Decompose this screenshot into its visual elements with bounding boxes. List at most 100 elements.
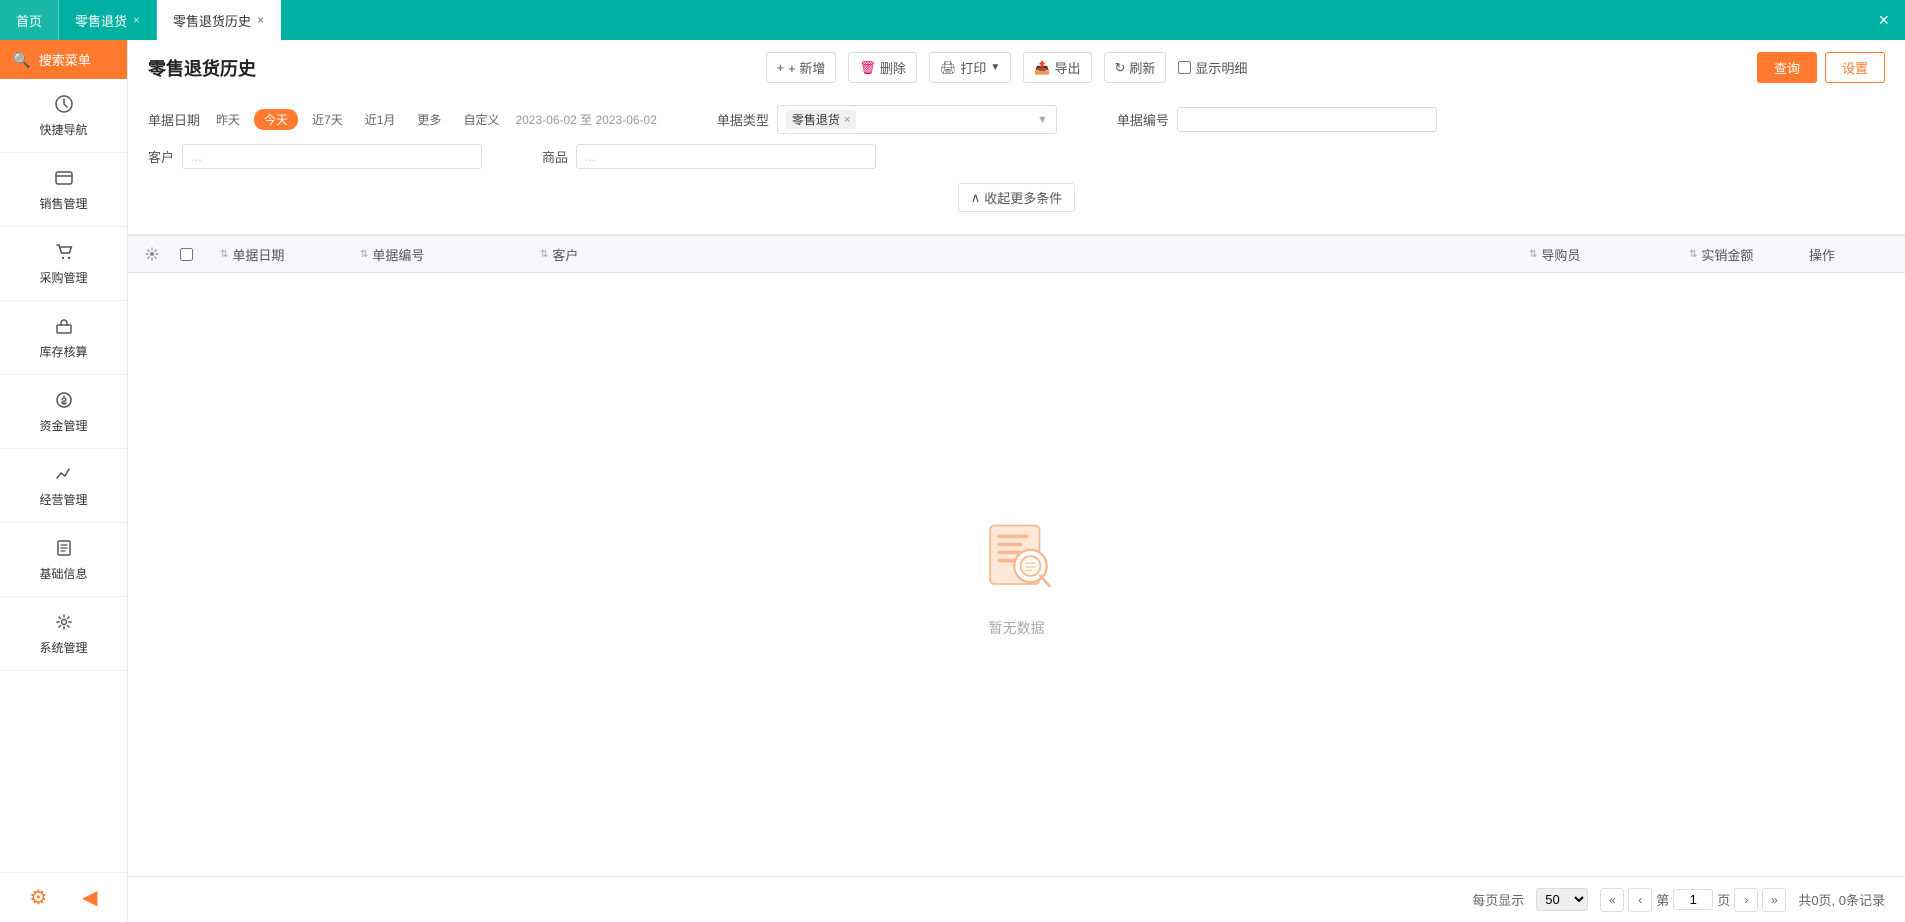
tab-retail-return-history[interactable]: 零售退货历史 × <box>157 0 281 40</box>
sidebar-item-sales[interactable]: 销售管理 <box>0 153 127 227</box>
tab-retail-return-history-label: 零售退货历史 <box>173 11 251 30</box>
sidebar-item-finance[interactable]: 资金管理 <box>0 375 127 449</box>
add-button[interactable]: + + 新增 <box>766 52 837 83</box>
collapse-up-icon: ∧ <box>971 190 981 206</box>
date-btn-1month[interactable]: 近1月 <box>357 109 404 130</box>
tab-retail-return-close[interactable]: × <box>133 13 140 27</box>
print-dropdown-icon: ▼ <box>990 62 1000 73</box>
goods-placeholder: ... <box>585 149 596 164</box>
filter-row-1: 单据日期 昨天 今天 近7天 近1月 更多 自定义 2023-06-02 至 2… <box>148 105 1885 134</box>
date-btn-custom[interactable]: 自定义 <box>455 109 507 130</box>
print-button[interactable]: 🖨 打印 ▼ <box>929 52 1011 83</box>
show-detail-input[interactable] <box>1178 61 1191 74</box>
doc-type-dropdown-icon: ▼ <box>1037 114 1048 126</box>
pagination: 每页显示 20 50 100 « ‹ 第 页 › » 共0页, 0条记录 <box>128 876 1905 922</box>
export-icon: 📤 <box>1034 60 1050 76</box>
th-checkbox[interactable] <box>180 248 220 261</box>
sidebar-item-base-info[interactable]: 基础信息 <box>0 523 127 597</box>
first-page-button[interactable]: « <box>1600 888 1624 912</box>
delete-label: 删除 <box>880 58 906 77</box>
setting-button[interactable]: 设置 <box>1825 52 1885 83</box>
date-range-display: 2023-06-02 至 2023-06-02 <box>515 111 656 128</box>
date-btn-yesterday[interactable]: 昨天 <box>208 109 248 130</box>
next-page-button[interactable]: › <box>1734 888 1758 912</box>
tab-retail-return-history-close[interactable]: × <box>257 13 264 27</box>
tab-retail-return[interactable]: 零售退货 × <box>59 0 157 40</box>
purchase-icon <box>53 241 75 263</box>
jump-suffix: 页 <box>1717 890 1730 909</box>
close-window-icon[interactable]: × <box>1878 10 1889 31</box>
sort-amount-icon: ⇅ <box>1689 249 1697 260</box>
delete-icon: 🗑 <box>859 60 876 76</box>
page-header: 零售退货历史 + + 新增 🗑 删除 🖨 打印 ▼ <box>128 40 1905 235</box>
select-all-checkbox[interactable] <box>180 248 193 261</box>
tab-list: 首页 零售退货 × 零售退货历史 × <box>0 0 1878 40</box>
customer-label: 客户 <box>148 147 174 166</box>
sidebar-item-inventory-label: 库存核算 <box>39 343 87 360</box>
th-settings[interactable] <box>144 246 180 262</box>
th-num-label: 单据编号 <box>372 245 424 264</box>
inventory-icon <box>53 315 75 337</box>
date-btn-more[interactable]: 更多 <box>409 109 449 130</box>
sidebar-item-inventory[interactable]: 库存核算 <box>0 301 127 375</box>
refresh-icon: ↻ <box>1115 60 1126 76</box>
th-num[interactable]: ⇅ 单据编号 <box>360 245 540 264</box>
goods-select[interactable]: ... <box>576 144 876 169</box>
sidebar-item-quick-nav[interactable]: 快捷导航 <box>0 79 127 153</box>
delete-button[interactable]: 🗑 删除 <box>848 52 917 83</box>
sidebar-item-system-label: 系统管理 <box>39 639 87 656</box>
search-icon: 🔍 <box>12 51 31 69</box>
query-button[interactable]: 查询 <box>1757 52 1817 83</box>
sort-date-icon: ⇅ <box>220 249 228 260</box>
sidebar-item-operations[interactable]: 经营管理 <box>0 449 127 523</box>
date-filter-label: 单据日期 <box>148 110 200 129</box>
doc-num-filter-item: 单据编号 <box>1117 107 1437 132</box>
table-container: ⇅ 单据日期 ⇅ 单据编号 ⇅ 客户 ⇅ 导购员 ⇅ 实销金额 <box>128 235 1905 876</box>
doc-type-label: 单据类型 <box>717 110 769 129</box>
th-guide-label: 导购员 <box>1541 245 1580 264</box>
date-btn-today[interactable]: 今天 <box>254 109 298 130</box>
sidebar-item-system[interactable]: 系统管理 <box>0 597 127 671</box>
top-bar-right: × <box>1878 0 1905 40</box>
doc-num-input[interactable] <box>1177 107 1437 132</box>
doc-type-tag: 零售退货 × <box>786 110 856 129</box>
sidebar-item-purchase-label: 采购管理 <box>39 269 87 286</box>
doc-type-filter-item: 单据类型 零售退货 × ▼ <box>717 105 1057 134</box>
th-amount[interactable]: ⇅ 实销金额 <box>1689 245 1809 264</box>
sidebar-item-quick-nav-label: 快捷导航 <box>39 121 87 138</box>
doc-type-select[interactable]: 零售退货 × ▼ <box>777 105 1057 134</box>
system-icon <box>53 611 75 633</box>
settings-bottom-icon[interactable]: ⚙ <box>29 885 47 910</box>
sidebar-item-purchase[interactable]: 采购管理 <box>0 227 127 301</box>
page-size-select[interactable]: 20 50 100 <box>1536 888 1588 911</box>
sidebar-search[interactable]: 🔍 搜索菜单 <box>0 40 127 79</box>
empty-text: 暂无数据 <box>989 618 1045 638</box>
sidebar-item-base-info-label: 基础信息 <box>39 565 87 582</box>
menu-bottom-icon[interactable]: ◀ <box>82 885 97 910</box>
goods-label: 商品 <box>542 147 568 166</box>
content-area: 零售退货历史 + + 新增 🗑 删除 🖨 打印 ▼ <box>128 40 1905 922</box>
sidebar-item-sales-label: 销售管理 <box>39 195 87 212</box>
show-detail-checkbox[interactable]: 显示明细 <box>1178 58 1247 77</box>
total-info: 共0页, 0条记录 <box>1798 890 1885 909</box>
th-date[interactable]: ⇅ 单据日期 <box>220 245 360 264</box>
last-page-button[interactable]: » <box>1762 888 1786 912</box>
th-date-label: 单据日期 <box>232 245 284 264</box>
date-btn-7days[interactable]: 近7天 <box>304 109 351 130</box>
th-customer[interactable]: ⇅ 客户 <box>540 245 1529 264</box>
sidebar-bottom: ⚙ ◀ <box>0 872 127 922</box>
collapse-button[interactable]: ∧ 收起更多条件 <box>958 183 1076 212</box>
page-input[interactable] <box>1673 889 1713 910</box>
export-button[interactable]: 📤 导出 <box>1023 52 1091 83</box>
prev-page-button[interactable]: ‹ <box>1628 888 1652 912</box>
top-bar: 首页 零售退货 × 零售退货历史 × × <box>0 0 1905 40</box>
th-guide[interactable]: ⇅ 导购员 <box>1529 245 1689 264</box>
show-detail-label: 显示明细 <box>1195 58 1247 77</box>
doc-type-tag-remove[interactable]: × <box>844 114 850 126</box>
tab-home[interactable]: 首页 <box>0 0 59 40</box>
export-label: 导出 <box>1054 58 1080 77</box>
sidebar: 🔍 搜索菜单 快捷导航 销售管理 采购管理 库存核算 <box>0 40 128 922</box>
refresh-button[interactable]: ↻ 刷新 <box>1104 52 1167 83</box>
customer-select[interactable]: ... <box>182 144 482 169</box>
table-header: ⇅ 单据日期 ⇅ 单据编号 ⇅ 客户 ⇅ 导购员 ⇅ 实销金额 <box>128 235 1905 273</box>
